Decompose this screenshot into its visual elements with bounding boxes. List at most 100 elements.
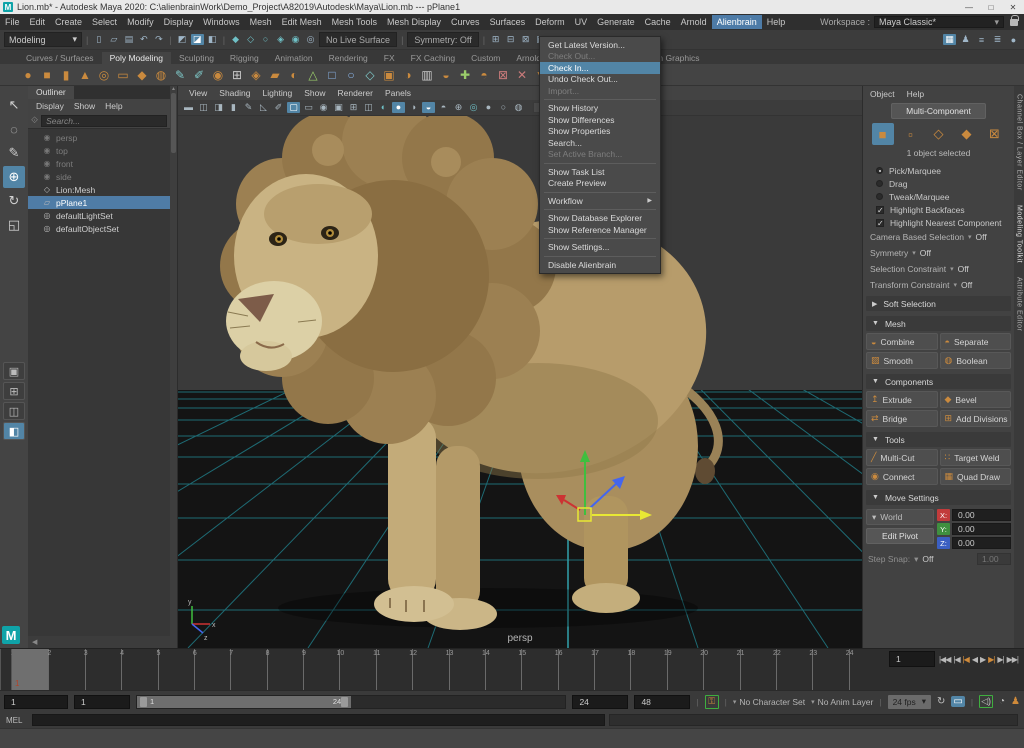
shelf-tab[interactable]: FX (376, 52, 403, 64)
soft-selection-header[interactable]: ▶ Soft Selection (866, 296, 1011, 311)
shelf-tab[interactable]: Animation (267, 52, 321, 64)
command-input[interactable] (32, 714, 605, 726)
menu-item[interactable]: File (0, 15, 25, 29)
playback-button[interactable]: ▶| (988, 655, 994, 664)
viewport-menu-item[interactable]: Lighting (257, 88, 297, 98)
step-snap-size-input[interactable]: 1.00 (977, 553, 1011, 565)
menu-item[interactable]: Edit Mesh (277, 15, 327, 29)
alienbrain-menu-item[interactable] (544, 209, 656, 210)
sidebar-toggle-icon[interactable]: ▦ (943, 34, 956, 45)
menu-item[interactable]: Mesh (245, 15, 277, 29)
outliner-node[interactable]: ◉ top (28, 144, 177, 157)
selection-mask-icon[interactable]: ◧ (206, 34, 219, 45)
shelf-tab[interactable]: Sculpting (171, 52, 222, 64)
shelf-tool-icon[interactable]: ● (20, 68, 36, 82)
shelf-tool-icon[interactable]: ✐ (191, 68, 207, 82)
menu-item[interactable]: Mesh Display (382, 15, 446, 29)
snap-icon[interactable]: ○ (259, 34, 272, 45)
viewport-menu-item[interactable]: Panels (380, 88, 416, 98)
component-mode-icon[interactable]: ▫ (900, 123, 922, 145)
playback-button[interactable]: ▶ (980, 655, 985, 664)
animation-end-input[interactable]: 48 (634, 695, 690, 709)
axis-value-input[interactable]: 0.00 (952, 523, 1011, 535)
viewport-menu-item[interactable]: Renderer (333, 88, 378, 98)
alienbrain-menu-item[interactable]: Undo Check Out... (540, 74, 660, 86)
outliner-node[interactable]: ◎ defaultLightSet (28, 209, 177, 222)
shelf-tool-icon[interactable]: ▮ (58, 68, 74, 82)
animation-prefs-icon[interactable]: ◔ (999, 696, 1005, 707)
shelf-tool-icon[interactable]: ✚ (457, 68, 473, 82)
shelf-tool-icon[interactable]: ◑ (400, 68, 416, 82)
viewport-toolbar-icon[interactable]: ✎ (242, 102, 255, 113)
viewport-menu-item[interactable]: Shading (214, 88, 255, 98)
playback-button[interactable]: ◀ (972, 655, 977, 664)
toolkit-menu-item[interactable]: Object (866, 89, 899, 99)
alienbrain-menu-item[interactable]: Show Reference Manager (540, 224, 660, 236)
frame-cell[interactable]: 15 (521, 649, 557, 690)
viewport-scene[interactable]: yxz persp (178, 116, 862, 648)
frame-cell[interactable]: 6 (194, 649, 230, 690)
sidebar-toggle-icon[interactable]: ● (1007, 35, 1020, 45)
outliner-node[interactable]: ◇ Lion:Mesh (28, 183, 177, 196)
snap-icon[interactable]: ◆ (229, 34, 242, 45)
component-tool-button[interactable]: ⇄ Bridge (866, 410, 938, 427)
timeline-track[interactable]: 1 2 3 4 5 (12, 649, 885, 690)
menu-item[interactable]: Deform (530, 15, 570, 29)
dropdown-row[interactable]: Selection Constraint ▾ Off (866, 261, 1011, 277)
toolbar-icon[interactable]: ▱ (107, 34, 120, 45)
mesh-tool-button[interactable]: ◒ Combine (866, 333, 938, 350)
viewport-toolbar-icon[interactable]: ◐ (377, 102, 390, 113)
frame-cell[interactable]: 18 (630, 649, 666, 690)
viewport-menu-item[interactable]: Show (299, 88, 330, 98)
checkbox-option[interactable]: ✓ Highlight Backfaces (866, 203, 1011, 216)
viewport-toolbar-icon[interactable]: ● (482, 102, 495, 113)
alienbrain-menu-item[interactable] (544, 256, 656, 257)
viewport-toolbar-icon[interactable]: ○ (497, 102, 510, 113)
move-settings-header[interactable]: ▼ Move Settings (866, 490, 1011, 505)
viewport-toolbar-icon[interactable]: ◒ (422, 102, 435, 113)
frame-cell[interactable]: 5 (158, 649, 194, 690)
live-surface-field[interactable]: No Live Surface (319, 32, 397, 47)
menu-item[interactable]: Create (50, 15, 87, 29)
alienbrain-menu-item[interactable] (544, 192, 656, 193)
shelf-tab[interactable]: Poly Modeling (102, 52, 171, 64)
sidebar-toggle-icon[interactable]: ≡ (975, 35, 988, 45)
frame-cell[interactable]: 13 (449, 649, 485, 690)
shelf-tool-icon[interactable]: ◉ (210, 68, 226, 82)
maximize-button[interactable]: □ (980, 3, 1002, 12)
component-tool-button[interactable]: ◆ Bevel (940, 391, 1012, 408)
shelf-tool-icon[interactable]: ▭ (115, 68, 131, 82)
side-tab[interactable]: Modeling Toolkit (1016, 205, 1023, 263)
symmetry-field[interactable]: Symmetry: Off (407, 32, 478, 47)
filter-icon[interactable]: ⟐ (31, 115, 38, 126)
playback-button[interactable]: |◀◀ (939, 655, 950, 664)
shelf-tab[interactable]: Custom (463, 52, 508, 64)
outliner-menu-item[interactable]: Help (101, 101, 126, 111)
component-mode-icon[interactable]: ◇ (928, 123, 950, 145)
mesh-tool-button[interactable]: ▨ Smooth (866, 352, 938, 369)
outliner-menu-item[interactable]: Show (70, 101, 99, 111)
layout-shortcut-icon[interactable]: ⊞ (3, 382, 25, 400)
viewport-menu-item[interactable]: View (184, 88, 212, 98)
viewport-toolbar-icon[interactable]: ⊕ (452, 102, 465, 113)
menu-item[interactable]: Mesh Tools (327, 15, 382, 29)
frame-cell[interactable]: 20 (703, 649, 739, 690)
tool-icon[interactable]: ◱ (3, 214, 25, 236)
shelf-tool-icon[interactable]: ◇ (362, 68, 378, 82)
set-key-icon[interactable]: ⚿ (705, 695, 719, 709)
menu-item[interactable]: Display (159, 15, 199, 29)
outliner-menu-item[interactable]: Display (32, 101, 68, 111)
shelf-tab[interactable]: Rigging (222, 52, 267, 64)
shelf-tool-icon[interactable]: ✎ (172, 68, 188, 82)
alienbrain-menu-item[interactable]: Set Active Branch... (540, 149, 660, 161)
shelf-tool-icon[interactable]: ◍ (153, 68, 169, 82)
alienbrain-menu-item[interactable]: Create Preview (540, 178, 660, 190)
sidebar-toggle-icon[interactable]: ≣ (991, 34, 1004, 45)
viewport-toolbar-icon[interactable]: ◑ (407, 102, 420, 113)
viewport-toolbar-icon[interactable]: ▢ (287, 102, 300, 113)
tool-icon[interactable]: ↻ (3, 190, 25, 212)
shelf-tool-icon[interactable]: ○ (343, 68, 359, 82)
menu-item[interactable]: Alienbrain (712, 15, 762, 29)
menu-item[interactable]: Arnold (676, 15, 712, 29)
alienbrain-menu-item[interactable] (544, 99, 656, 100)
